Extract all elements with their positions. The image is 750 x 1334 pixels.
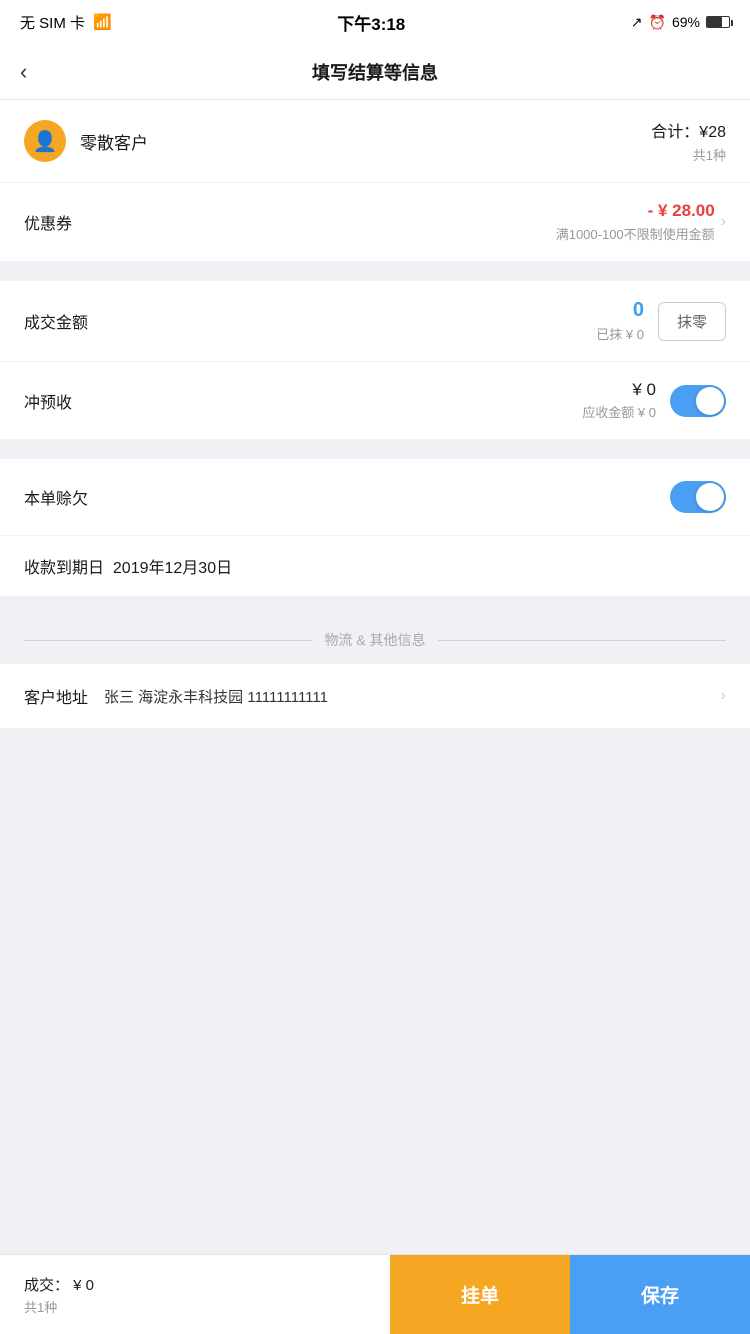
toggle-knob bbox=[696, 387, 724, 415]
debit-label: 本单赊欠 bbox=[24, 485, 88, 509]
transaction-right: 0 已抹 ¥ 0 抹零 bbox=[596, 299, 726, 343]
coupon-right-block: - ¥ 28.00 满1000-100不限制使用金额 bbox=[556, 201, 715, 243]
debit-toggle-knob bbox=[696, 483, 724, 511]
avatar-icon: 👤 bbox=[33, 129, 58, 154]
prepaid-value-block: ¥ 0 应收金额 ¥ 0 bbox=[582, 380, 656, 421]
address-chevron-icon: › bbox=[721, 687, 726, 705]
due-date-row: 收款到期日 2019年12月30日 bbox=[0, 535, 750, 596]
customer-right: 合计：¥28 共1种 bbox=[651, 118, 726, 164]
pending-button[interactable]: 挂单 bbox=[390, 1255, 570, 1334]
footer-count: 共1种 bbox=[24, 1297, 366, 1316]
alarm-icon: ⏰ bbox=[649, 14, 666, 31]
battery-icon bbox=[706, 16, 730, 28]
footer-deal: 成交： ¥ 0 bbox=[24, 1274, 366, 1295]
prepaid-toggle[interactable] bbox=[670, 385, 726, 417]
prepaid-row: 冲预收 ¥ 0 应收金额 ¥ 0 bbox=[0, 362, 750, 439]
transaction-section: 成交金额 0 已抹 ¥ 0 抹零 冲预收 ¥ 0 应收金额 ¥ 0 bbox=[0, 281, 750, 439]
transaction-row: 成交金额 0 已抹 ¥ 0 抹零 bbox=[0, 281, 750, 362]
coupon-description: 满1000-100不限制使用金额 bbox=[556, 224, 715, 243]
transaction-value[interactable]: 0 bbox=[633, 299, 644, 321]
page-title: 填写结算等信息 bbox=[312, 59, 438, 85]
address-row[interactable]: 客户地址 张三 海淀永丰科技园 11111111111 › bbox=[0, 664, 750, 728]
coupon-chevron-icon: › bbox=[721, 213, 726, 231]
total-count: 共1种 bbox=[651, 145, 726, 164]
debit-section: 本单赊欠 收款到期日 2019年12月30日 bbox=[0, 459, 750, 596]
transaction-value-block: 0 已抹 ¥ 0 bbox=[596, 299, 644, 343]
customer-row: 👤 零散客户 合计：¥28 共1种 bbox=[0, 100, 750, 182]
divider-1 bbox=[0, 271, 750, 281]
time-display: 下午3:18 bbox=[337, 10, 405, 35]
coupon-row[interactable]: 优惠券 - ¥ 28.00 满1000-100不限制使用金额 › bbox=[0, 182, 750, 261]
logistics-label: 物流 & 其他信息 bbox=[324, 630, 425, 650]
coupon-label: 优惠券 bbox=[24, 210, 72, 234]
avatar: 👤 bbox=[24, 120, 66, 162]
divider-3 bbox=[0, 606, 750, 616]
bottom-space bbox=[0, 738, 750, 938]
prepaid-sub: 应收金额 ¥ 0 bbox=[582, 402, 656, 421]
footer: 成交： ¥ 0 共1种 挂单 保存 bbox=[0, 1254, 750, 1334]
customer-left: 👤 零散客户 bbox=[24, 120, 148, 162]
carrier-text: 无 SIM 卡 bbox=[20, 12, 85, 33]
transaction-label: 成交金额 bbox=[24, 309, 88, 333]
battery-percent: 69% bbox=[672, 14, 700, 30]
wifi-icon: 📶 bbox=[93, 13, 112, 31]
location-icon: ↗ bbox=[631, 14, 643, 31]
transaction-sub: 已抹 ¥ 0 bbox=[596, 324, 644, 343]
back-button[interactable]: ‹ bbox=[20, 59, 27, 85]
address-section: 客户地址 张三 海淀永丰科技园 11111111111 › bbox=[0, 664, 750, 728]
prepaid-right: ¥ 0 应收金额 ¥ 0 bbox=[582, 380, 726, 421]
prepaid-value: ¥ 0 bbox=[582, 380, 656, 400]
prepaid-label: 冲预收 bbox=[24, 389, 72, 413]
due-date-label: 收款到期日 2019年12月30日 bbox=[24, 560, 232, 577]
customer-name: 零散客户 bbox=[80, 129, 148, 154]
customer-section: 👤 零散客户 合计：¥28 共1种 优惠券 - ¥ 28.00 满1000-10… bbox=[0, 100, 750, 261]
round-button[interactable]: 抹零 bbox=[658, 302, 726, 341]
total-amount: 合计：¥28 bbox=[651, 118, 726, 142]
footer-info: 成交： ¥ 0 共1种 bbox=[0, 1255, 390, 1334]
coupon-discount: - ¥ 28.00 bbox=[556, 201, 715, 221]
status-bar: 无 SIM 卡 📶 下午3:18 ↗ ⏰ 69% bbox=[0, 0, 750, 44]
debit-toggle[interactable] bbox=[670, 481, 726, 513]
divider-2 bbox=[0, 449, 750, 459]
save-button[interactable]: 保存 bbox=[570, 1255, 750, 1334]
debit-row: 本单赊欠 bbox=[0, 459, 750, 535]
address-label: 客户地址 bbox=[24, 684, 88, 708]
logistics-header: 物流 & 其他信息 bbox=[0, 616, 750, 664]
address-value: 张三 海淀永丰科技园 11111111111 bbox=[104, 686, 705, 707]
nav-bar: ‹ 填写结算等信息 bbox=[0, 44, 750, 100]
